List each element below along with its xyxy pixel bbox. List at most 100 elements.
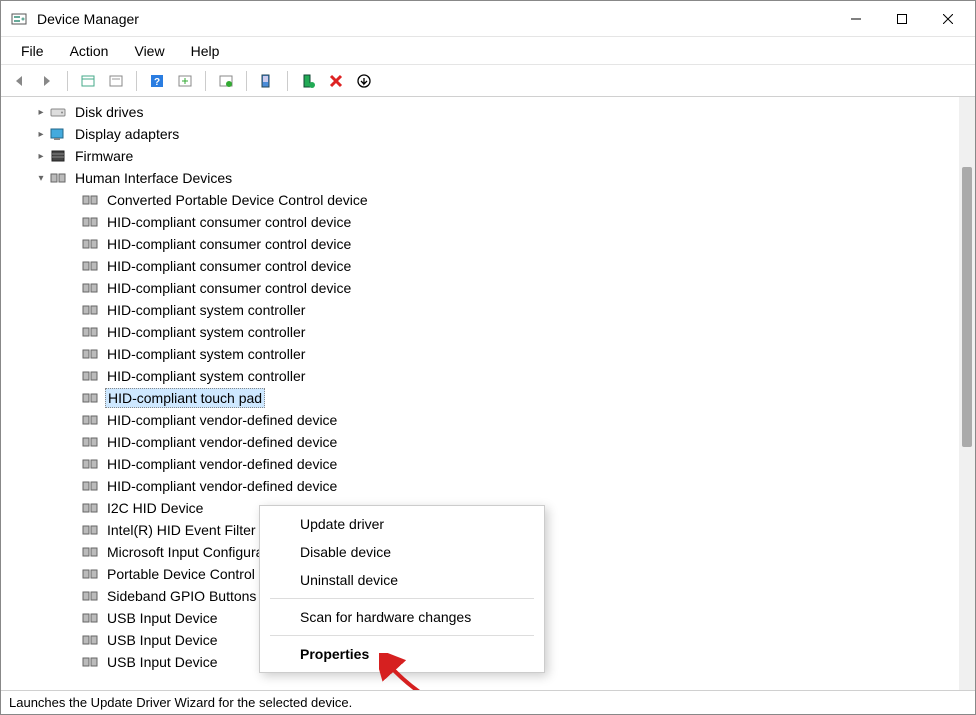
ctx-update-driver[interactable]: Update driver bbox=[260, 510, 544, 538]
tree-device-item[interactable]: HID-compliant vendor-defined device bbox=[5, 409, 959, 431]
tree-device-item[interactable]: Converted Portable Device Control device bbox=[5, 189, 959, 211]
statusbar-text: Launches the Update Driver Wizard for th… bbox=[9, 695, 352, 710]
hid-device-icon bbox=[81, 301, 99, 319]
tree-device-label: HID-compliant system controller bbox=[105, 301, 307, 319]
statusbar: Launches the Update Driver Wizard for th… bbox=[1, 690, 975, 714]
hid-device-icon bbox=[81, 279, 99, 297]
expander-placeholder bbox=[65, 563, 81, 585]
tree-device-item[interactable]: HID-compliant vendor-defined device bbox=[5, 475, 959, 497]
svg-text:?: ? bbox=[154, 77, 160, 88]
tree-device-item[interactable]: HID-compliant consumer control device bbox=[5, 277, 959, 299]
tree-device-label: HID-compliant system controller bbox=[105, 345, 307, 363]
hid-device-icon bbox=[81, 653, 99, 671]
chevron-right-icon[interactable]: ▸ bbox=[33, 145, 49, 167]
remove-button[interactable] bbox=[324, 69, 348, 93]
chevron-right-icon[interactable]: ▸ bbox=[33, 101, 49, 123]
toolbar-separator bbox=[287, 71, 288, 91]
hid-device-icon bbox=[81, 499, 99, 517]
enable-button[interactable] bbox=[352, 69, 376, 93]
tree-device-item[interactable]: HID-compliant consumer control device bbox=[5, 233, 959, 255]
expander-placeholder bbox=[65, 409, 81, 431]
tree-device-label: HID-compliant consumer control device bbox=[105, 235, 353, 253]
tree-device-label: HID-compliant system controller bbox=[105, 367, 307, 385]
tree-device-label: Intel(R) HID Event Filter bbox=[105, 521, 258, 539]
tree-device-label: HID-compliant system controller bbox=[105, 323, 307, 341]
chevron-down-icon[interactable]: ▾ bbox=[33, 167, 49, 189]
hid-device-icon bbox=[81, 235, 99, 253]
tree-label: Human Interface Devices bbox=[73, 169, 234, 187]
ctx-uninstall-device[interactable]: Uninstall device bbox=[260, 566, 544, 594]
tree-device-item[interactable]: HID-compliant system controller bbox=[5, 365, 959, 387]
tree-device-item[interactable]: HID-compliant vendor-defined device bbox=[5, 453, 959, 475]
expander-placeholder bbox=[65, 365, 81, 387]
tree-device-label: HID-compliant vendor-defined device bbox=[105, 411, 339, 429]
menu-action[interactable]: Action bbox=[58, 41, 121, 61]
expander-placeholder bbox=[65, 585, 81, 607]
context-menu: Update driver Disable device Uninstall d… bbox=[259, 505, 545, 673]
tree-device-label: HID-compliant vendor-defined device bbox=[105, 455, 339, 473]
hid-device-icon bbox=[81, 191, 99, 209]
tree-device-label: I2C HID Device bbox=[105, 499, 205, 517]
hid-device-icon bbox=[81, 631, 99, 649]
tree-device-item[interactable]: HID-compliant system controller bbox=[5, 343, 959, 365]
tree-device-label: HID-compliant touch pad bbox=[105, 388, 265, 408]
hid-device-icon bbox=[81, 411, 99, 429]
tree-label: Disk drives bbox=[73, 103, 145, 121]
show-hidden-button[interactable] bbox=[76, 69, 100, 93]
tree-category-display-adapters[interactable]: ▸ Display adapters bbox=[5, 123, 959, 145]
tree-category-hid[interactable]: ▾ Human Interface Devices bbox=[5, 167, 959, 189]
chevron-right-icon[interactable]: ▸ bbox=[33, 123, 49, 145]
hid-device-icon bbox=[81, 521, 99, 539]
close-button[interactable] bbox=[925, 1, 971, 37]
device-manager-window: Device Manager File Action View Help ? bbox=[0, 0, 976, 715]
properties-button[interactable] bbox=[214, 69, 238, 93]
ctx-scan-hardware[interactable]: Scan for hardware changes bbox=[260, 603, 544, 631]
scrollbar-thumb[interactable] bbox=[962, 167, 972, 447]
menu-help[interactable]: Help bbox=[179, 41, 232, 61]
context-menu-separator bbox=[270, 635, 534, 636]
back-button[interactable] bbox=[7, 69, 31, 93]
tree-device-label: USB Input Device bbox=[105, 609, 220, 627]
toolbar: ? bbox=[1, 65, 975, 97]
action-center-button[interactable] bbox=[173, 69, 197, 93]
hid-device-icon bbox=[81, 609, 99, 627]
refresh-button[interactable] bbox=[104, 69, 128, 93]
tree-device-item[interactable]: HID-compliant consumer control device bbox=[5, 255, 959, 277]
ctx-disable-device[interactable]: Disable device bbox=[260, 538, 544, 566]
hid-device-icon bbox=[81, 257, 99, 275]
add-legacy-button[interactable] bbox=[296, 69, 320, 93]
expander-placeholder bbox=[65, 651, 81, 673]
tree-device-item[interactable]: HID-compliant system controller bbox=[5, 321, 959, 343]
tree-device-label: HID-compliant consumer control device bbox=[105, 257, 353, 275]
hid-device-icon bbox=[81, 389, 99, 407]
forward-button[interactable] bbox=[35, 69, 59, 93]
expander-placeholder bbox=[65, 299, 81, 321]
tree-category-disk-drives[interactable]: ▸ Disk drives bbox=[5, 101, 959, 123]
scan-hardware-button[interactable] bbox=[255, 69, 279, 93]
minimize-button[interactable] bbox=[833, 1, 879, 37]
toolbar-separator bbox=[136, 71, 137, 91]
expander-placeholder bbox=[65, 211, 81, 233]
hid-icon bbox=[49, 169, 67, 187]
tree-device-label: Converted Portable Device Control device bbox=[105, 191, 370, 209]
disk-drive-icon bbox=[49, 103, 67, 121]
help-button[interactable]: ? bbox=[145, 69, 169, 93]
vertical-scrollbar[interactable] bbox=[959, 97, 975, 690]
tree-category-firmware[interactable]: ▸ Firmware bbox=[5, 145, 959, 167]
tree-device-item[interactable]: HID-compliant touch pad bbox=[5, 387, 959, 409]
expander-placeholder bbox=[65, 497, 81, 519]
menu-view[interactable]: View bbox=[122, 41, 176, 61]
hid-device-icon bbox=[81, 323, 99, 341]
tree-device-item[interactable]: HID-compliant consumer control device bbox=[5, 211, 959, 233]
ctx-properties[interactable]: Properties bbox=[260, 640, 544, 668]
menu-file[interactable]: File bbox=[9, 41, 56, 61]
tree-device-item[interactable]: HID-compliant system controller bbox=[5, 299, 959, 321]
expander-placeholder bbox=[65, 629, 81, 651]
menubar: File Action View Help bbox=[1, 37, 975, 65]
maximize-button[interactable] bbox=[879, 1, 925, 37]
tree-device-label: HID-compliant consumer control device bbox=[105, 279, 353, 297]
expander-placeholder bbox=[65, 233, 81, 255]
hid-device-icon bbox=[81, 565, 99, 583]
expander-placeholder bbox=[65, 189, 81, 211]
tree-device-item[interactable]: HID-compliant vendor-defined device bbox=[5, 431, 959, 453]
